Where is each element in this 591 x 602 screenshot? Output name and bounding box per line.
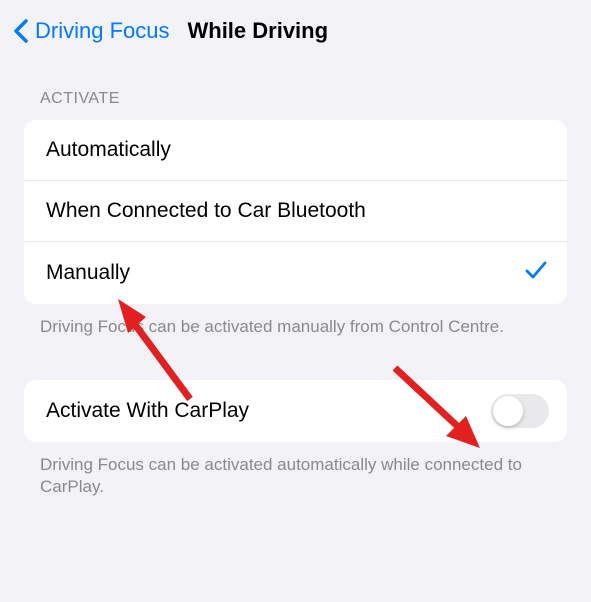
spacer bbox=[0, 338, 591, 376]
option-car-bluetooth[interactable]: When Connected to Car Bluetooth bbox=[24, 180, 567, 241]
option-label: Manually bbox=[46, 261, 130, 285]
switch-knob bbox=[493, 396, 523, 426]
option-automatically[interactable]: Automatically bbox=[24, 120, 567, 180]
carplay-toggle[interactable] bbox=[491, 394, 549, 428]
activate-options-group: Automatically When Connected to Car Blue… bbox=[24, 120, 567, 304]
carplay-footer-text: Driving Focus can be activated automatic… bbox=[0, 442, 591, 498]
carplay-group: Activate With CarPlay bbox=[24, 380, 567, 442]
section-header-activate: ACTIVATE bbox=[0, 58, 591, 116]
option-label: Automatically bbox=[46, 138, 171, 162]
option-manually[interactable]: Manually bbox=[24, 241, 567, 304]
back-button-label[interactable]: Driving Focus bbox=[35, 18, 169, 44]
option-label: When Connected to Car Bluetooth bbox=[46, 199, 366, 223]
carplay-label: Activate With CarPlay bbox=[46, 399, 249, 423]
carplay-row[interactable]: Activate With CarPlay bbox=[24, 380, 567, 442]
nav-bar: Driving Focus While Driving bbox=[0, 0, 591, 58]
back-chevron-icon[interactable] bbox=[12, 18, 29, 44]
checkmark-icon bbox=[525, 260, 547, 286]
activate-footer-text: Driving Focus can be activated manually … bbox=[0, 304, 591, 338]
page-title: While Driving bbox=[187, 18, 328, 44]
